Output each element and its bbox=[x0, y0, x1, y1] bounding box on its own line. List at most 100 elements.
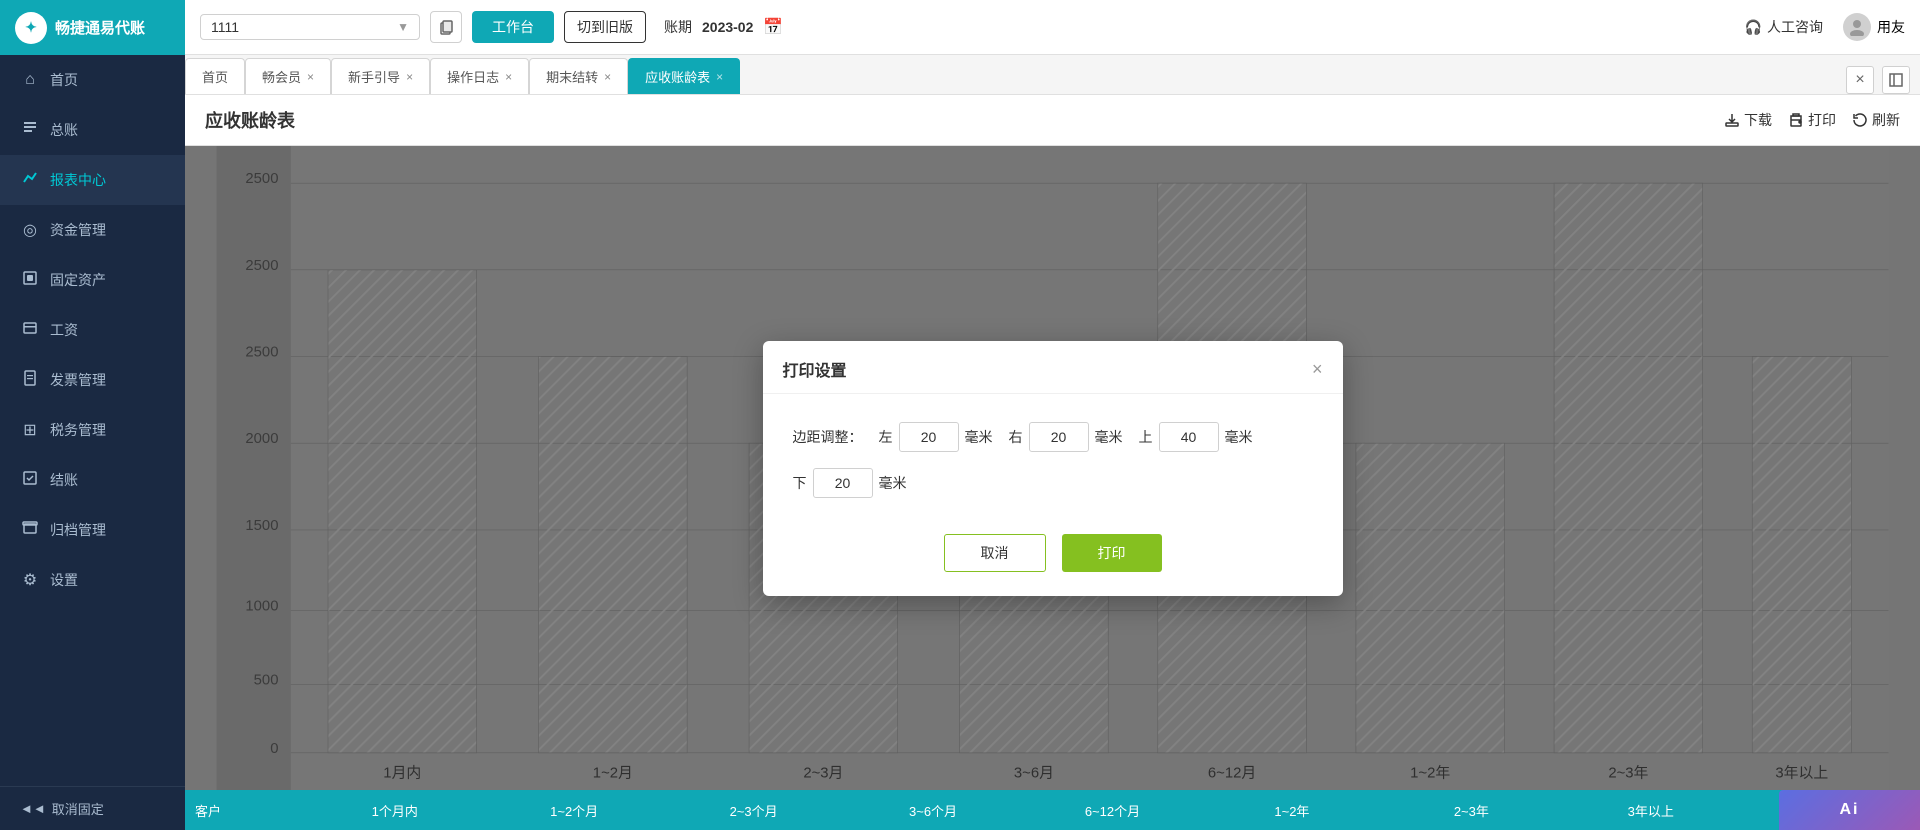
sidebar-item-label: 总账 bbox=[50, 120, 78, 140]
footer-col-3y: 3年以上 bbox=[1561, 801, 1740, 820]
home-icon: ⌂ bbox=[20, 71, 40, 89]
footer-col-2-3m: 2~3个月 bbox=[664, 801, 843, 820]
footer-col-6-12m: 6~12个月 bbox=[1023, 801, 1202, 820]
tabs-bar: 首页 畅会员 × 新手引导 × 操作日志 × 期末结转 × 应收账龄表 × × bbox=[185, 55, 1920, 95]
tab-close-icon[interactable]: × bbox=[307, 70, 314, 84]
margin-right-input[interactable] bbox=[1029, 422, 1089, 452]
tax-icon: ⊞ bbox=[20, 420, 40, 440]
tab-label: 期末结转 bbox=[546, 67, 598, 86]
ledger-icon bbox=[20, 120, 40, 141]
tab-close-icon[interactable]: × bbox=[716, 70, 723, 84]
funds-icon: ◎ bbox=[20, 220, 40, 240]
tab-oplog[interactable]: 操作日志 × bbox=[430, 58, 529, 94]
table-footer: 客户 1个月内 1~2个月 2~3个月 3~6个月 6~12个月 1~2年 2~… bbox=[185, 790, 1920, 830]
sidebar-item-reports[interactable]: 报表中心 bbox=[0, 155, 185, 205]
margin-left-input[interactable] bbox=[899, 422, 959, 452]
right-label: 右 bbox=[1009, 427, 1023, 447]
sidebar-item-label: 税务管理 bbox=[50, 420, 106, 440]
tab-member[interactable]: 畅会员 × bbox=[245, 58, 331, 94]
sidebar-item-label: 设置 bbox=[50, 570, 78, 590]
tab-label: 首页 bbox=[202, 67, 228, 86]
sidebar-item-salary[interactable]: 工资 bbox=[0, 305, 185, 355]
support-button[interactable]: 🎧 人工咨询 bbox=[1745, 17, 1823, 37]
sidebar-item-invoice[interactable]: 发票管理 bbox=[0, 355, 185, 405]
sidebar-item-assets[interactable]: 固定资产 bbox=[0, 255, 185, 305]
dialog-title: 打印设置 bbox=[783, 357, 847, 381]
sidebar-item-label: 报表中心 bbox=[50, 170, 106, 190]
sidebar-item-label: 固定资产 bbox=[50, 270, 106, 290]
margin-label: 边距调整： bbox=[793, 427, 863, 447]
collapse-icon: ◄◄ bbox=[20, 801, 46, 816]
period-value: 2023-02 bbox=[702, 19, 753, 35]
close-dialog-button[interactable]: × bbox=[1312, 360, 1323, 378]
download-button[interactable]: 下载 bbox=[1724, 110, 1772, 130]
footer-col-1-2m: 1~2个月 bbox=[484, 801, 663, 820]
switch-button[interactable]: 切到旧版 bbox=[564, 11, 646, 43]
sidebar-item-ledger[interactable]: 总账 bbox=[0, 105, 185, 155]
sidebar-logo[interactable]: ✦ 畅捷通易代账 bbox=[0, 0, 185, 55]
tab-close-icon[interactable]: × bbox=[604, 70, 611, 84]
page-title: 应收账龄表 bbox=[205, 107, 295, 133]
reports-icon bbox=[20, 170, 40, 191]
print-button[interactable]: 打印 bbox=[1788, 110, 1836, 130]
invoice-icon bbox=[20, 370, 40, 391]
tab-label: 应收账龄表 bbox=[645, 67, 710, 86]
margin-top-group: 上 毫米 bbox=[1139, 422, 1253, 452]
sidebar-item-label: 工资 bbox=[50, 320, 78, 340]
dialog-header: 打印设置 × bbox=[763, 341, 1343, 394]
sidebar-item-archive[interactable]: 归档管理 bbox=[0, 505, 185, 555]
tab-guide[interactable]: 新手引导 × bbox=[331, 58, 430, 94]
dropdown-icon: ▼ bbox=[397, 20, 409, 34]
sidebar-item-label: 结账 bbox=[50, 470, 78, 490]
bottom-label: 下 bbox=[793, 473, 807, 493]
print-confirm-button[interactable]: 打印 bbox=[1062, 534, 1162, 572]
sidebar-item-funds[interactable]: ◎ 资金管理 bbox=[0, 205, 185, 255]
ai-badge[interactable]: Ai bbox=[1779, 790, 1920, 830]
sidebar-item-label: 归档管理 bbox=[50, 520, 106, 540]
margin-bottom-input[interactable] bbox=[813, 468, 873, 498]
sidebar-scroll: ⌂ 首页 总账 报表中心 ◎ 资金管理 固定资产 bbox=[0, 55, 185, 786]
sidebar-item-tax[interactable]: ⊞ 税务管理 bbox=[0, 405, 185, 455]
sidebar-footer[interactable]: ◄◄ 取消固定 bbox=[0, 786, 185, 830]
refresh-button[interactable]: 刷新 bbox=[1852, 110, 1900, 130]
bottom-unit: 毫米 bbox=[879, 473, 907, 493]
content-area: 应收账龄表 下载 打印 刷新 bbox=[185, 95, 1920, 830]
ai-text: Ai bbox=[1840, 801, 1860, 819]
settings-icon: ⚙ bbox=[20, 570, 40, 590]
dialog-footer: 取消 打印 bbox=[763, 522, 1343, 596]
print-settings-dialog: 打印设置 × 边距调整： 左 毫米 右 bbox=[763, 341, 1343, 596]
margin-row: 边距调整： 左 毫米 右 毫米 bbox=[793, 422, 1313, 498]
calendar-icon[interactable]: 📅 bbox=[763, 17, 783, 37]
copy-button[interactable] bbox=[430, 11, 462, 43]
tab-label: 畅会员 bbox=[262, 67, 301, 86]
footer-col-1m: 1个月内 bbox=[305, 801, 484, 820]
user-info[interactable]: 用友 bbox=[1843, 13, 1905, 41]
chart-area: 2500 2500 2500 2000 1500 1000 500 0 bbox=[185, 146, 1920, 790]
logo-icon: ✦ bbox=[15, 12, 47, 44]
right-unit: 毫米 bbox=[1095, 427, 1123, 447]
sidebar-item-checkout[interactable]: 结账 bbox=[0, 455, 185, 505]
tab-home[interactable]: 首页 bbox=[185, 58, 245, 94]
maximize-tab-button[interactable] bbox=[1882, 66, 1910, 94]
top-unit: 毫米 bbox=[1225, 427, 1253, 447]
tab-aging[interactable]: 应收账龄表 × bbox=[628, 58, 740, 94]
period-label: 账期 bbox=[664, 17, 692, 37]
headset-icon: 🎧 bbox=[1745, 19, 1762, 36]
tab-close-icon[interactable]: × bbox=[505, 70, 512, 84]
assets-icon bbox=[20, 270, 40, 291]
margin-bottom-group: 下 毫米 bbox=[793, 468, 907, 498]
cancel-button[interactable]: 取消 bbox=[944, 534, 1046, 572]
tab-closing[interactable]: 期末结转 × bbox=[529, 58, 628, 94]
tab-close-icon[interactable]: × bbox=[406, 70, 413, 84]
sidebar-item-home[interactable]: ⌂ 首页 bbox=[0, 55, 185, 105]
tab-label: 操作日志 bbox=[447, 67, 499, 86]
company-name: 1111 bbox=[211, 19, 391, 35]
company-selector[interactable]: 1111 ▼ bbox=[200, 14, 420, 40]
close-tab-button[interactable]: × bbox=[1846, 66, 1874, 94]
worktable-button[interactable]: 工作台 bbox=[472, 11, 554, 43]
user-name: 用友 bbox=[1877, 17, 1905, 37]
tab-label: 新手引导 bbox=[348, 67, 400, 86]
margin-top-input[interactable] bbox=[1159, 422, 1219, 452]
page-actions: 下载 打印 刷新 bbox=[1724, 110, 1900, 130]
sidebar-item-settings[interactable]: ⚙ 设置 bbox=[0, 555, 185, 605]
